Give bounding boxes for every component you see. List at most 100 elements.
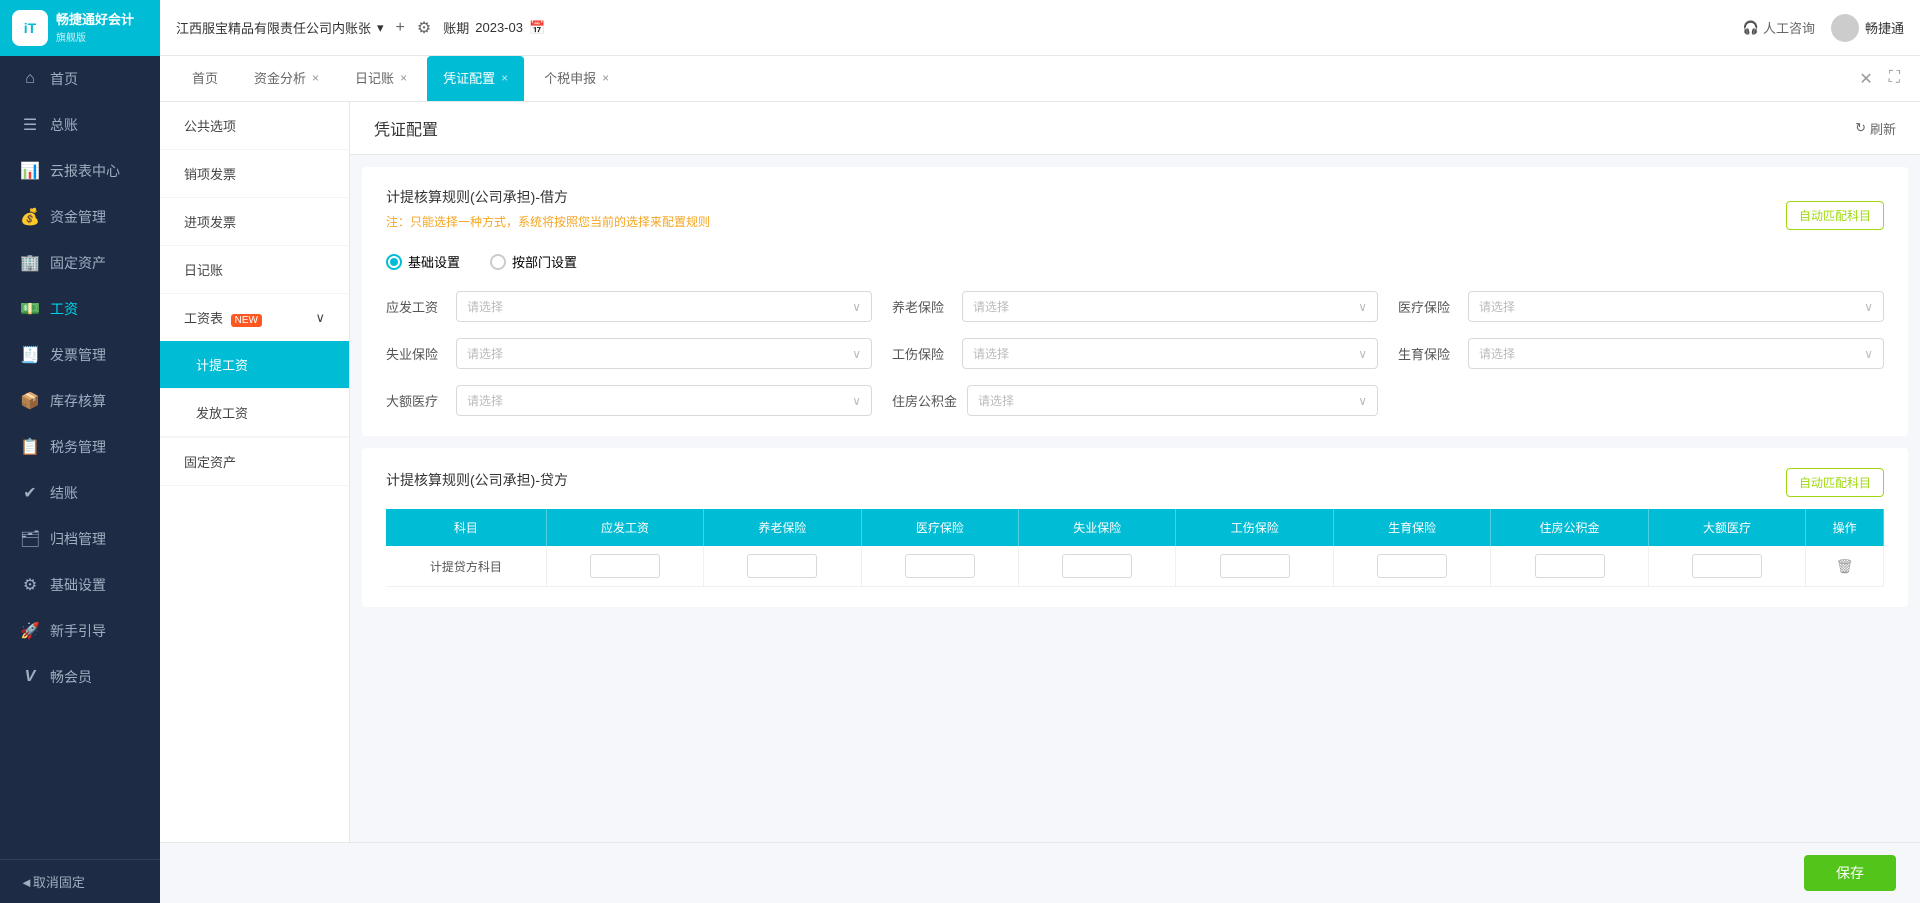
sidebar-item-closing[interactable]: ✔ 结账 [0,470,160,516]
input-unemployment[interactable] [1062,554,1132,578]
row-unemployment [1019,546,1176,587]
tab-journal-close[interactable]: × [400,71,407,85]
pension-select[interactable]: 请选择 ∨ [962,291,1378,322]
sidebar-unpin[interactable]: ◄取消固定 [0,859,160,903]
unemployment-select[interactable]: 请选择 ∨ [456,338,872,369]
sidebar-label-assets: 固定资产 [50,253,106,273]
company-selector[interactable]: 江西服宝精品有限责任公司内账张 ▾ [176,18,384,37]
major-medical-arrow: ∨ [852,394,861,408]
user-area[interactable]: 畅捷通 [1831,14,1904,42]
pension-placeholder: 请选择 [973,298,1009,315]
bottom-bar: 保存 [350,842,1920,903]
tab-voucher-label: 凭证配置 [443,68,495,87]
credit-auto-match-button[interactable]: 自动匹配科目 [1786,468,1884,497]
tab-close-all[interactable]: ✕ [1855,65,1876,93]
sidebar-label-salary: 工资 [50,299,78,319]
row-pension [704,546,861,587]
sidebar-item-salary[interactable]: 💵 工资 [0,286,160,332]
injury-label: 工伤保险 [892,344,952,363]
housing-fund-placeholder: 请选择 [978,392,1014,409]
input-injury[interactable] [1220,554,1290,578]
input-gross[interactable] [590,554,660,578]
headset-icon: 🎧 [1743,20,1759,36]
debit-note: 注：只能选择一种方式，系统将按照您当前的选择来配置规则 [386,213,710,230]
sidebar-item-tax[interactable]: 📋 税务管理 [0,424,160,470]
menu-purchase-invoice[interactable]: 进项发票 [160,198,349,246]
sidebar-item-member[interactable]: V 畅会员 [0,654,160,700]
tab-funds-close[interactable]: × [312,71,319,85]
input-major-medical[interactable] [1692,554,1762,578]
radio-dept-circle [490,254,506,270]
menu-salary-group-header[interactable]: 工资表 NEW ∨ [160,294,349,341]
tab-journal[interactable]: 日记账 × [339,56,423,101]
menu-public[interactable]: 公共选项 [160,102,349,150]
refresh-label: 刷新 [1870,119,1896,138]
tab-voucher-close[interactable]: × [501,71,508,85]
major-medical-label: 大额医疗 [386,391,446,410]
major-medical-select[interactable]: 请选择 ∨ [456,385,872,416]
tab-funds[interactable]: 资金分析 × [238,56,335,101]
tab-home[interactable]: 首页 [176,56,234,101]
debit-title-area: 计提核算规则(公司承担)-借方 注：只能选择一种方式，系统将按照您当前的选择来配… [386,187,710,244]
tab-tax-close[interactable]: × [602,71,609,85]
radio-basic[interactable]: 基础设置 [386,252,460,271]
input-housing[interactable] [1535,554,1605,578]
tabbar: 首页 资金分析 × 日记账 × 凭证配置 × 个税申报 × ✕ ⛶ [160,56,1920,102]
sidebar-item-reports[interactable]: 📊 云报表中心 [0,148,160,194]
menu-salary-provision[interactable]: 计提工资 [160,341,349,389]
sidebar-label-ledger: 总账 [50,115,78,135]
sidebar-item-ledger[interactable]: ☰ 总账 [0,102,160,148]
radio-dept-label: 按部门设置 [512,252,577,271]
tab-voucher[interactable]: 凭证配置 × [427,56,524,101]
row-label: 计提贷方科目 [386,546,546,587]
medical-select[interactable]: 请选择 ∨ [1468,291,1884,322]
th-maternity: 生育保险 [1333,509,1490,546]
sidebar-item-assets[interactable]: 🏢 固定资产 [0,240,160,286]
maternity-select[interactable]: 请选择 ∨ [1468,338,1884,369]
tab-tax[interactable]: 个税申报 × [528,56,625,101]
field-gross-salary: 应发工资 请选择 ∨ [386,291,872,322]
housing-fund-arrow: ∨ [1358,394,1367,408]
assets-icon: 🏢 [20,253,40,273]
input-medical[interactable] [905,554,975,578]
calendar-icon[interactable]: 📅 [529,20,545,36]
salary-group-title: 工资表 NEW [184,308,262,327]
injury-select[interactable]: 请选择 ∨ [962,338,1378,369]
th-housing: 住房公积金 [1491,509,1648,546]
maternity-placeholder: 请选择 [1479,345,1515,362]
housing-fund-select[interactable]: 请选择 ∨ [967,385,1378,416]
th-subject: 科目 [386,509,546,546]
housing-fund-label: 住房公积金 [892,391,957,410]
refresh-button[interactable]: ↻ 刷新 [1855,119,1896,138]
sidebar-item-inventory[interactable]: 📦 库存核算 [0,378,160,424]
debit-auto-match-button[interactable]: 自动匹配科目 [1786,201,1884,230]
sidebar-item-invoice[interactable]: 🧾 发票管理 [0,332,160,378]
menu-journal[interactable]: 日记账 [160,246,349,294]
company-dropdown-icon: ▾ [377,20,384,36]
sidebar-item-funds[interactable]: 💰 资金管理 [0,194,160,240]
add-button[interactable]: + [396,19,405,37]
logo-area[interactable]: iT 畅捷通好会计 旗舰版 [0,0,160,56]
input-pension[interactable] [747,554,817,578]
sidebar-item-settings[interactable]: ⚙ 基础设置 [0,562,160,608]
delete-row-button[interactable]: 🗑 [1836,558,1854,574]
sidebar-item-guide[interactable]: 🚀 新手引导 [0,608,160,654]
tab-expand[interactable]: ⛶ [1885,65,1904,93]
sidebar-item-home[interactable]: ⌂ 首页 [0,56,160,102]
th-major-medical: 大额医疗 [1648,509,1805,546]
gross-salary-select[interactable]: 请选择 ∨ [456,291,872,322]
row-housing [1491,546,1648,587]
radio-dept[interactable]: 按部门设置 [490,252,577,271]
left-panel: 公共选项 销项发票 进项发票 日记账 工资表 NEW ∨ [160,102,350,903]
sidebar-item-archive[interactable]: 🗂 归档管理 [0,516,160,562]
row-maternity [1333,546,1490,587]
settings-button[interactable]: ⚙ [417,18,431,38]
menu-fixed-assets[interactable]: 固定资产 [160,438,349,486]
save-button[interactable]: 保存 [1804,855,1896,891]
menu-salary-payment[interactable]: 发放工资 [160,389,349,437]
service-button[interactable]: 🎧 人工咨询 [1743,18,1815,37]
menu-sales-invoice[interactable]: 销项发票 [160,150,349,198]
closing-icon: ✔ [20,483,40,503]
sidebar-label-inventory: 库存核算 [50,391,106,411]
input-maternity[interactable] [1377,554,1447,578]
